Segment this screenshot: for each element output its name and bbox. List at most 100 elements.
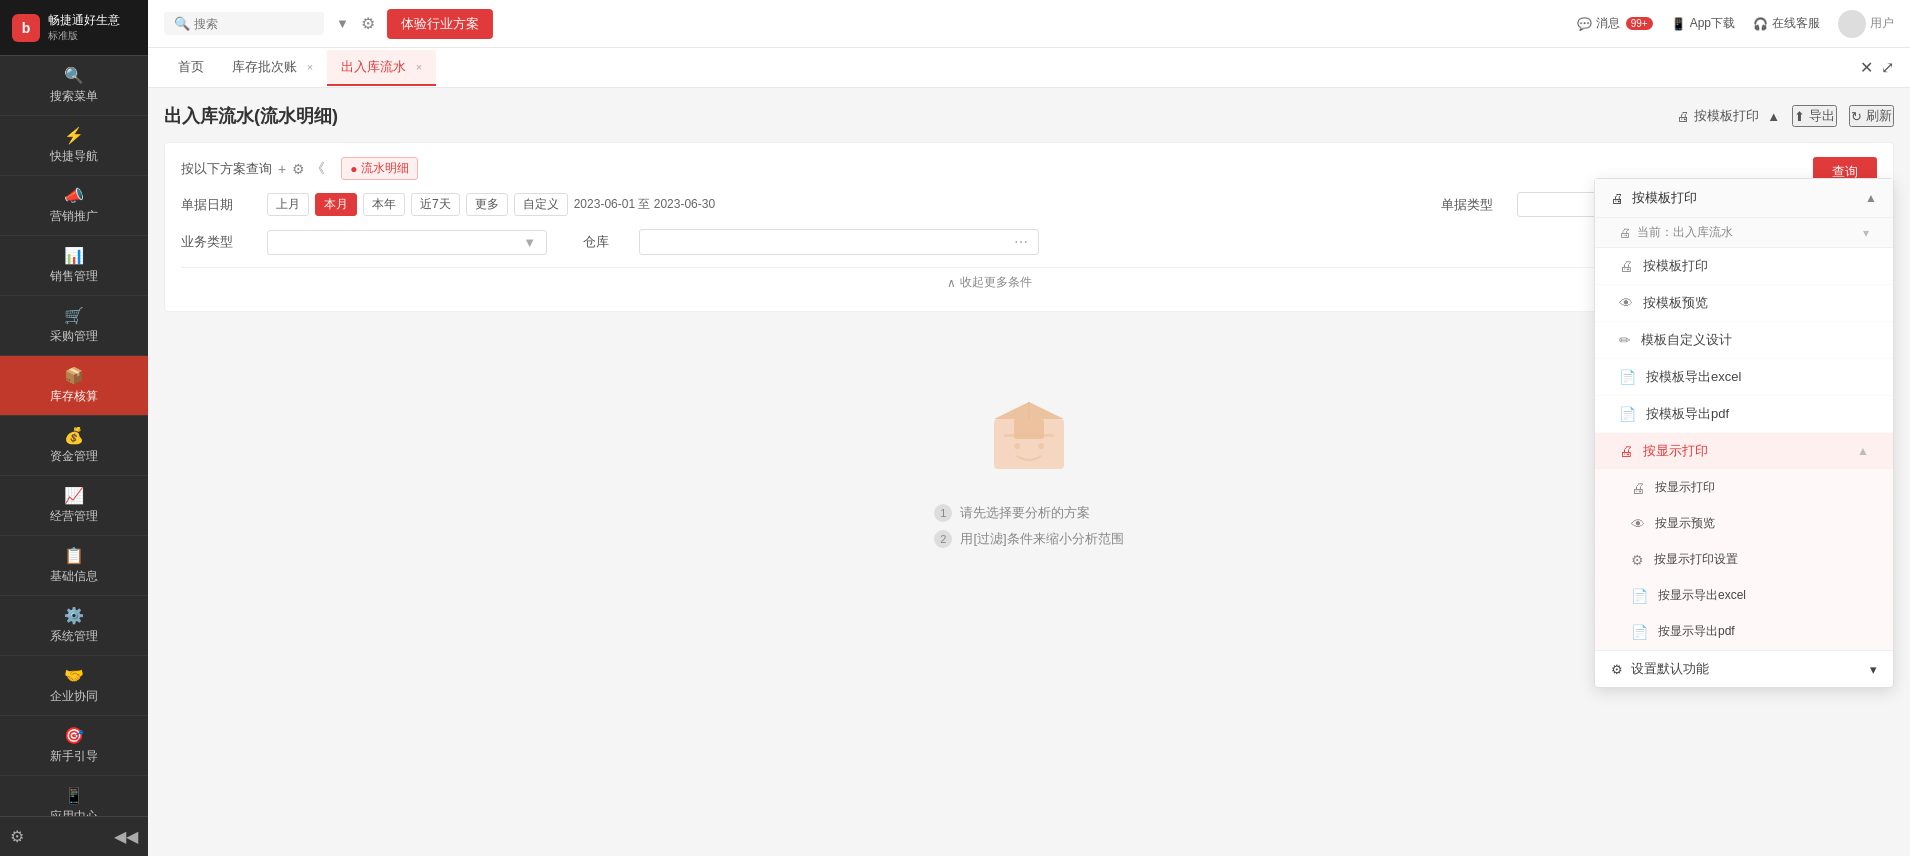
tab-inout-flow-close[interactable]: × <box>416 61 422 73</box>
sidebar-item-finance[interactable]: 💰 资金管理 <box>0 416 148 476</box>
sidebar-item-operations[interactable]: 📈 经营管理 <box>0 476 148 536</box>
inventory-icon: 📦 <box>64 366 84 385</box>
sidebar-item-app-center[interactable]: 📱 应用中心 <box>0 776 148 816</box>
business-type-label: 业务类型 <box>181 233 251 251</box>
tab-batch-account-close[interactable]: × <box>307 61 313 73</box>
date-btn-last-month[interactable]: 上月 <box>267 193 309 216</box>
sidebar-item-inventory[interactable]: 📦 库存核算 <box>0 356 148 416</box>
template-print-button[interactable]: 🖨 按模板打印 ▲ <box>1677 107 1780 125</box>
warehouse-three-dot[interactable]: ⋯ <box>1014 234 1028 250</box>
dropdown-current-label[interactable]: 🖨 当前：出入库流水 ▾ <box>1595 218 1893 248</box>
quick-nav-icon: ⚡ <box>64 126 84 145</box>
date-btn-this-month[interactable]: 本月 <box>315 193 357 216</box>
sidebar-bottom: ⚙ ◀◀ <box>0 816 148 856</box>
dropdown-item-display-preview[interactable]: 👁 按显示预览 <box>1595 506 1893 542</box>
filter-date-row: 单据日期 上月 本月 本年 近7天 更多 自定义 2023-06-01 至 20… <box>181 192 1797 217</box>
step-num-2: 2 <box>934 530 952 548</box>
dropdown-item-display-export-excel[interactable]: 📄 按显示导出excel <box>1595 578 1893 614</box>
date-field-label: 单据日期 <box>181 196 251 214</box>
date-btn-custom[interactable]: 自定义 <box>514 193 568 216</box>
topbar-search-box[interactable]: 🔍 <box>164 12 324 35</box>
business-type-chevron-icon: ▼ <box>523 235 536 250</box>
date-btn-more[interactable]: 更多 <box>466 193 508 216</box>
dropdown-header[interactable]: 🖨 按模板打印 ▲ <box>1595 179 1893 218</box>
sidebar-item-cooperation[interactable]: 🤝 企业协同 <box>0 656 148 716</box>
sidebar-item-purchase[interactable]: 🛒 采购管理 <box>0 296 148 356</box>
message-button[interactable]: 💬 消息 99+ <box>1577 15 1653 32</box>
dropdown-item-display-print-section[interactable]: 🖨 按显示打印 ▲ <box>1595 433 1893 470</box>
cooperation-icon: 🤝 <box>64 666 84 685</box>
dropdown-item-display-export-pdf[interactable]: 📄 按显示导出pdf <box>1595 614 1893 650</box>
logo-icon: b <box>12 14 40 42</box>
dropdown-item-template-print[interactable]: 🖨 按模板打印 <box>1595 248 1893 285</box>
collapse-filter-button[interactable]: ∧ 收起更多条件 <box>181 267 1797 297</box>
template-print-item-icon: 🖨 <box>1619 258 1633 274</box>
sidebar-item-marketing[interactable]: 📣 营销推广 <box>0 176 148 236</box>
sidebar-item-search-menu[interactable]: 🔍 搜索菜单 <box>0 56 148 116</box>
page-header-actions: 🖨 按模板打印 ▲ ⬆ 导出 ↻ 刷新 <box>1677 105 1894 127</box>
app-center-icon: 📱 <box>64 786 84 805</box>
display-preview-icon: 👁 <box>1631 516 1645 532</box>
search-input[interactable] <box>194 17 304 31</box>
search-icon: 🔍 <box>174 16 190 31</box>
dropdown-item-display-print-settings[interactable]: ⚙ 按显示打印设置 <box>1595 542 1893 578</box>
online-service-button[interactable]: 🎧 在线客服 <box>1753 15 1820 32</box>
svg-point-6 <box>1038 443 1044 449</box>
sidebar-item-guide[interactable]: 🎯 新手引导 <box>0 716 148 776</box>
main-content: 🔍 ▼ ⚙ 体验行业方案 💬 消息 99+ 📱 App下载 🎧 在线客服 <box>148 0 1910 856</box>
filter-row-1: 按以下方案查询 + ⚙ 《 ● 流水明细 <box>181 157 1797 180</box>
dropdown-header-chevron: ▲ <box>1865 191 1877 205</box>
user-avatar-button[interactable]: 用户 <box>1838 10 1894 38</box>
topbar-settings-icon[interactable]: ⚙ <box>361 14 375 33</box>
dropdown-item-template-preview[interactable]: 👁 按模板预览 <box>1595 285 1893 322</box>
sidebar-settings-btn[interactable]: ⚙ <box>10 827 24 846</box>
topbar-chevron-icon[interactable]: ▼ <box>336 16 349 31</box>
app-download-button[interactable]: 📱 App下载 <box>1671 15 1735 32</box>
guide-icon: 🎯 <box>64 726 84 745</box>
page-title: 出入库流水(流水明细) <box>164 104 338 128</box>
empty-illustration <box>979 384 1079 484</box>
template-preview-item-icon: 👁 <box>1619 295 1633 311</box>
sidebar-item-quick-nav[interactable]: ⚡ 快捷导航 <box>0 116 148 176</box>
app-name: 畅捷通好生意 <box>48 12 120 29</box>
current-icon: 🖨 <box>1619 226 1631 240</box>
tab-maximize-button[interactable]: ⤢ <box>1881 58 1894 77</box>
empty-steps: 1 请先选择要分析的方案 2 用[过滤]条件来缩小分析范围 <box>934 504 1123 556</box>
message-badge: 99+ <box>1626 17 1653 30</box>
display-print-settings-icon: ⚙ <box>1631 552 1644 568</box>
date-btn-this-year[interactable]: 本年 <box>363 193 405 216</box>
sidebar-item-system[interactable]: ⚙️ 系统管理 <box>0 596 148 656</box>
filter-tag-icon: ● <box>350 162 357 176</box>
dropdown-item-template-custom[interactable]: ✏ 模板自定义设计 <box>1595 322 1893 359</box>
tab-inout-flow[interactable]: 出入库流水 × <box>327 50 436 86</box>
filter-add-icon[interactable]: + <box>278 161 286 177</box>
dropdown-item-template-export-pdf[interactable]: 📄 按模板导出pdf <box>1595 396 1893 433</box>
date-btn-last-7[interactable]: 近7天 <box>411 193 460 216</box>
page-content: 出入库流水(流水明细) 🖨 按模板打印 ▲ ⬆ 导出 ↻ 刷新 <box>148 88 1910 856</box>
topbar-left: 🔍 ▼ ⚙ 体验行业方案 <box>164 9 493 39</box>
industry-solution-button[interactable]: 体验行业方案 <box>387 9 493 39</box>
dropdown-footer[interactable]: ⚙ 设置默认功能 ▾ <box>1595 650 1893 687</box>
tab-batch-account[interactable]: 库存批次账 × <box>218 50 327 86</box>
filter-arrow-icon[interactable]: 《 <box>311 160 325 178</box>
dropdown-item-template-export-excel[interactable]: 📄 按模板导出excel <box>1595 359 1893 396</box>
tab-close-window-button[interactable]: ✕ <box>1860 58 1873 77</box>
export-button[interactable]: ⬆ 导出 <box>1792 105 1837 127</box>
search-menu-icon: 🔍 <box>64 66 84 85</box>
template-custom-item-icon: ✏ <box>1619 332 1631 348</box>
display-print-section-icon: 🖨 <box>1619 443 1633 459</box>
sidebar-item-sales[interactable]: 📊 销售管理 <box>0 236 148 296</box>
warehouse-select[interactable]: ⋯ <box>639 229 1039 255</box>
display-print-section-arrow: ▲ <box>1857 444 1869 458</box>
filter-settings-icon[interactable]: ⚙ <box>292 161 305 177</box>
topbar-right: 💬 消息 99+ 📱 App下载 🎧 在线客服 用户 <box>1577 10 1894 38</box>
dropdown-item-display-print[interactable]: 🖨 按显示打印 <box>1595 470 1893 506</box>
dropdown-panel: 🖨 按模板打印 ▲ 🖨 当前：出入库流水 ▾ 🖨 按模板打印 👁 按模板预览 <box>1594 178 1894 688</box>
user-name: 用户 <box>1870 15 1894 32</box>
tab-home[interactable]: 首页 <box>164 50 218 86</box>
sidebar-item-basic-info[interactable]: 📋 基础信息 <box>0 536 148 596</box>
tabs-actions: ✕ ⤢ <box>1860 58 1894 77</box>
refresh-button[interactable]: ↻ 刷新 <box>1849 105 1894 127</box>
sidebar-collapse-btn[interactable]: ◀◀ <box>114 827 138 846</box>
business-type-select[interactable]: ▼ <box>267 230 547 255</box>
